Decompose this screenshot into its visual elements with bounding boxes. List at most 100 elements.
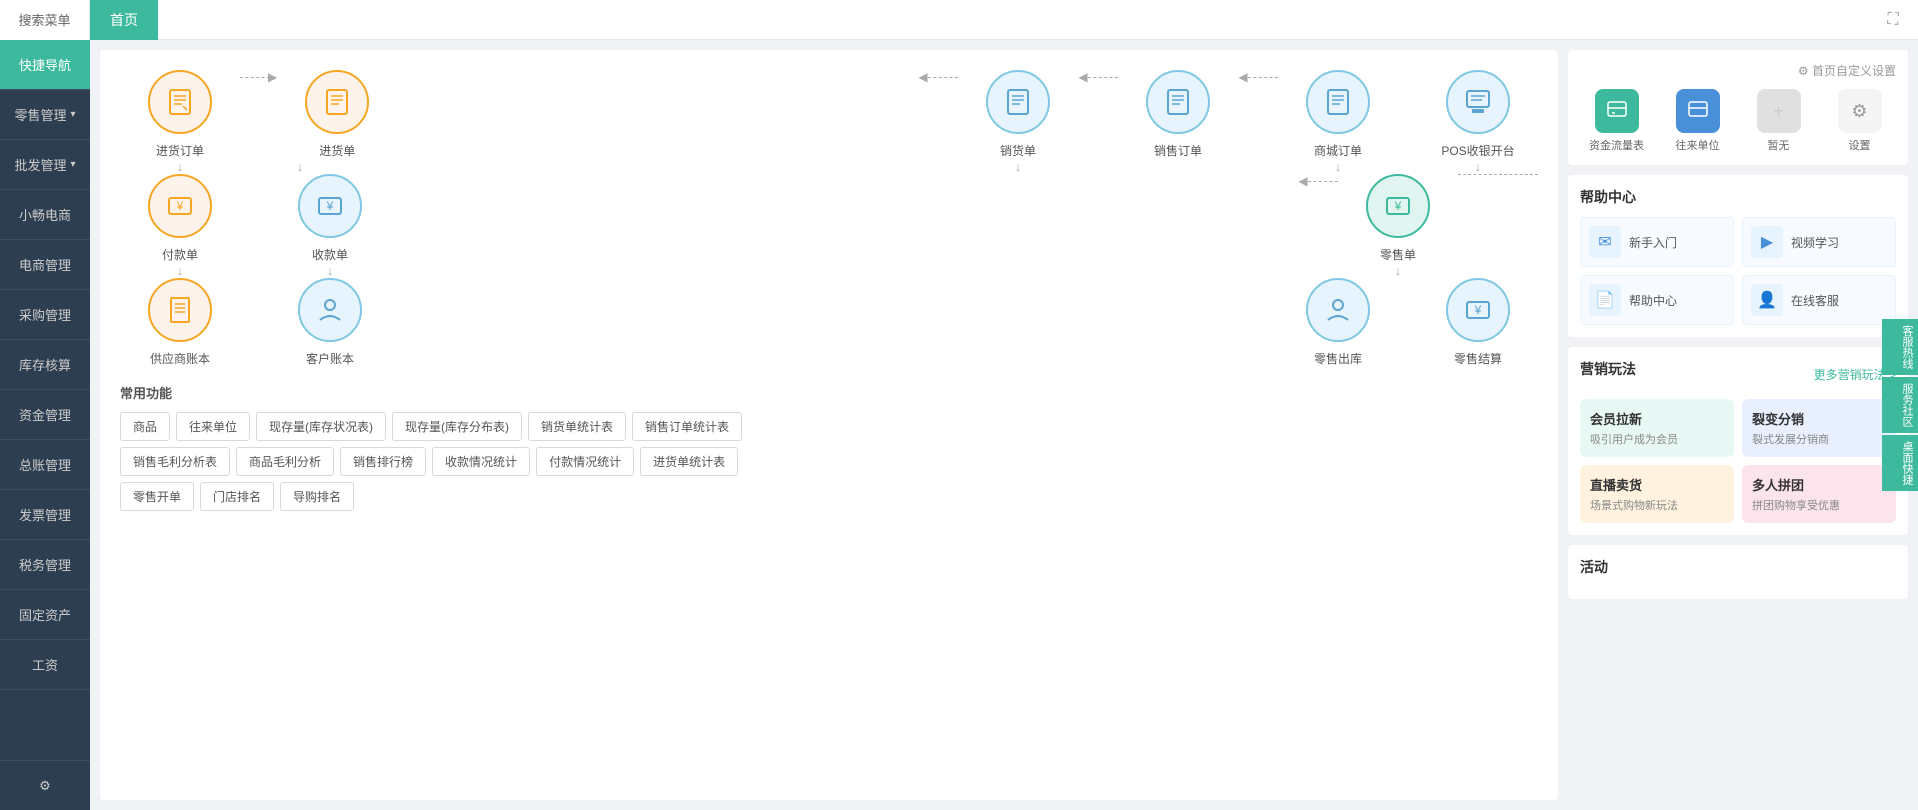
func-btn-7[interactable]: 商品毛利分析 [236,447,334,476]
help-item-beginner[interactable]: ✉ 新手入门 [1580,217,1734,267]
sidebar-item-invoice[interactable]: 发票管理 [0,490,90,540]
node-sales-order[interactable]: 销售订单 [1118,70,1238,159]
node-mall-order[interactable]: 商城订单 [1278,70,1398,159]
main-content: 进货订单 ▶ 进 [90,40,1918,810]
shortcuts-grid: 资金流量表 往来单位 + 暂无 [1580,89,1896,153]
node-supplier-ledger[interactable]: 供应商账本 [120,278,240,367]
help-item-support[interactable]: 👤 在线客服 [1742,275,1896,325]
node-sales-slip[interactable]: 销货单 [958,70,1078,159]
marketing-title: 营销玩法 [1580,359,1636,379]
search-menu-button[interactable]: 搜索菜单 [0,0,90,40]
sidebar-item-fixed-assets[interactable]: 固定资产 [0,590,90,640]
node-receipt[interactable]: ¥ 收款单 [270,174,390,263]
main-layout: 快捷导航 零售管理 ▾ 批发管理 ▾ 小畅电商 电商管理 采购管理 库存核算 资… [0,40,1918,810]
sidebar-item-ledger[interactable]: 总账管理 [0,440,90,490]
cashflow-icon [1595,89,1639,133]
node-circle-pos [1446,70,1510,134]
help-item-docs[interactable]: 📄 帮助中心 [1580,275,1734,325]
support-icon: 👤 [1751,284,1783,316]
docs-icon: 📄 [1589,284,1621,316]
sidebar: 快捷导航 零售管理 ▾ 批发管理 ▾ 小畅电商 电商管理 采购管理 库存核算 资… [0,40,90,810]
float-buttons: 客服热线 服务社区 桌面快捷 [1882,319,1918,491]
home-tab[interactable]: 首页 [90,0,158,40]
marketing-header: 营销玩法 更多营销玩法 > [1580,359,1896,389]
func-btn-4[interactable]: 销货单统计表 [528,412,626,441]
shortcuts-setting-button[interactable]: ⚙ 首页自定义设置 [1798,62,1896,79]
func-btn-10[interactable]: 付款情况统计 [536,447,634,476]
func-btn-13[interactable]: 门店排名 [200,482,274,511]
sidebar-gear-button[interactable]: ⚙ [0,760,90,810]
func-btn-9[interactable]: 收款情况统计 [432,447,530,476]
sidebar-item-wholesale[interactable]: 批发管理 ▾ [0,140,90,190]
workflow-row-2: ¥ 付款单 ¥ 收款单 [120,174,1538,263]
node-retail-out[interactable]: 零售出库 [1278,278,1398,367]
node-circle-payment: ¥ [148,174,212,238]
float-btn-desktop[interactable]: 桌面快捷 [1882,435,1918,491]
marketing-item-group[interactable]: 多人拼团 拼团购物享受优惠 [1742,465,1896,523]
svg-text:¥: ¥ [176,199,184,213]
spacer-1 [397,70,918,94]
sidebar-item-tax[interactable]: 税务管理 [0,540,90,590]
help-item-video[interactable]: ▶ 视频学习 [1742,217,1896,267]
fullscreen-button[interactable]: ⛶ [1878,5,1908,35]
sidebar-bottom: ⚙ [0,760,90,810]
func-btn-12[interactable]: 零售开单 [120,482,194,511]
func-btn-11[interactable]: 进货单统计表 [640,447,738,476]
svg-text:¥: ¥ [1474,303,1482,317]
spacer-2 [1398,70,1418,94]
node-circle-mall-order [1306,70,1370,134]
workflow-scroll[interactable]: 进货订单 ▶ 进 [120,70,1538,511]
float-btn-hotline[interactable]: 客服热线 [1882,319,1918,375]
node-retail-settle[interactable]: ¥ 零售结算 [1418,278,1538,367]
workflow-row-1: 进货订单 ▶ 进 [120,70,1538,159]
marketing-desc-member: 吸引用户成为会员 [1590,431,1724,447]
sidebar-item-payroll[interactable]: 工资 [0,640,90,690]
func-btn-0[interactable]: 商品 [120,412,170,441]
shortcut-settings[interactable]: ⚙ 设置 [1823,89,1896,153]
svg-text:¥: ¥ [326,199,334,213]
marketing-item-live[interactable]: 直播卖货 场景式购物新玩法 [1580,465,1734,523]
sidebar-item-purchase[interactable]: 采购管理 [0,290,90,340]
arrow-5-4: ◀ [1238,70,1278,108]
sidebar-item-ecommerce-mgmt[interactable]: 电商管理 [0,240,90,290]
marketing-grid: 会员拉新 吸引用户成为会员 裂变分销 裂式发展分销商 直播卖货 场景式购物新玩法 [1580,399,1896,523]
activities-panel: 活动 [1568,545,1908,599]
func-btn-14[interactable]: 导购排名 [280,482,354,511]
shortcut-partners[interactable]: 往来单位 [1661,89,1734,153]
node-circle-sales-slip [986,70,1050,134]
content-area: 进货订单 ▶ 进 [90,40,1918,810]
node-customer-ledger[interactable]: 客户账本 [270,278,390,367]
activities-title: 活动 [1580,557,1896,577]
shortcut-cashflow[interactable]: 资金流量表 [1580,89,1653,153]
sidebar-item-quicknav[interactable]: 快捷导航 [0,40,90,90]
marketing-item-fission[interactable]: 裂变分销 裂式发展分销商 [1742,399,1896,457]
video-icon: ▶ [1751,226,1783,258]
marketing-item-member[interactable]: 会员拉新 吸引用户成为会员 [1580,399,1734,457]
node-purchase-slip[interactable]: 进货单 [277,70,397,159]
func-btn-6[interactable]: 销售毛利分析表 [120,447,230,476]
float-btn-community[interactable]: 服务社区 [1882,377,1918,433]
func-btn-2[interactable]: 现存量(库存状况表) [256,412,386,441]
svg-text:¥: ¥ [1394,199,1402,213]
help-center-title: 帮助中心 [1580,187,1896,207]
node-circle-retail-settle: ¥ [1446,278,1510,342]
empty-icon: + [1757,89,1801,133]
func-buttons-row2: 销售毛利分析表 商品毛利分析 销售排行榜 收款情况统计 付款情况统计 进货单统计… [120,447,1538,476]
node-payment[interactable]: ¥ 付款单 [120,174,240,263]
spacer-pay [240,174,270,198]
node-purchase-order[interactable]: 进货订单 [120,70,240,159]
func-btn-1[interactable]: 往来单位 [176,412,250,441]
sidebar-item-retail[interactable]: 零售管理 ▾ [0,90,90,140]
func-btn-5[interactable]: 销售订单统计表 [632,412,742,441]
arrow-4-3: ◀ [1078,70,1118,108]
sidebar-item-ecommerce-small[interactable]: 小畅电商 [0,190,90,240]
node-pos[interactable]: POS收银开台 [1418,70,1538,159]
func-btn-3[interactable]: 现存量(库存分布表) [392,412,522,441]
marketing-title-live: 直播卖货 [1590,475,1724,494]
shortcuts-panel: ⚙ 首页自定义设置 资金流量表 往 [1568,50,1908,165]
arrow-pos-retail: ◀ [1298,174,1338,212]
sidebar-item-finance[interactable]: 资金管理 [0,390,90,440]
func-btn-8[interactable]: 销售排行榜 [340,447,426,476]
sidebar-item-inventory[interactable]: 库存核算 [0,340,90,390]
node-retail[interactable]: ¥ 零售单 [1338,174,1458,263]
